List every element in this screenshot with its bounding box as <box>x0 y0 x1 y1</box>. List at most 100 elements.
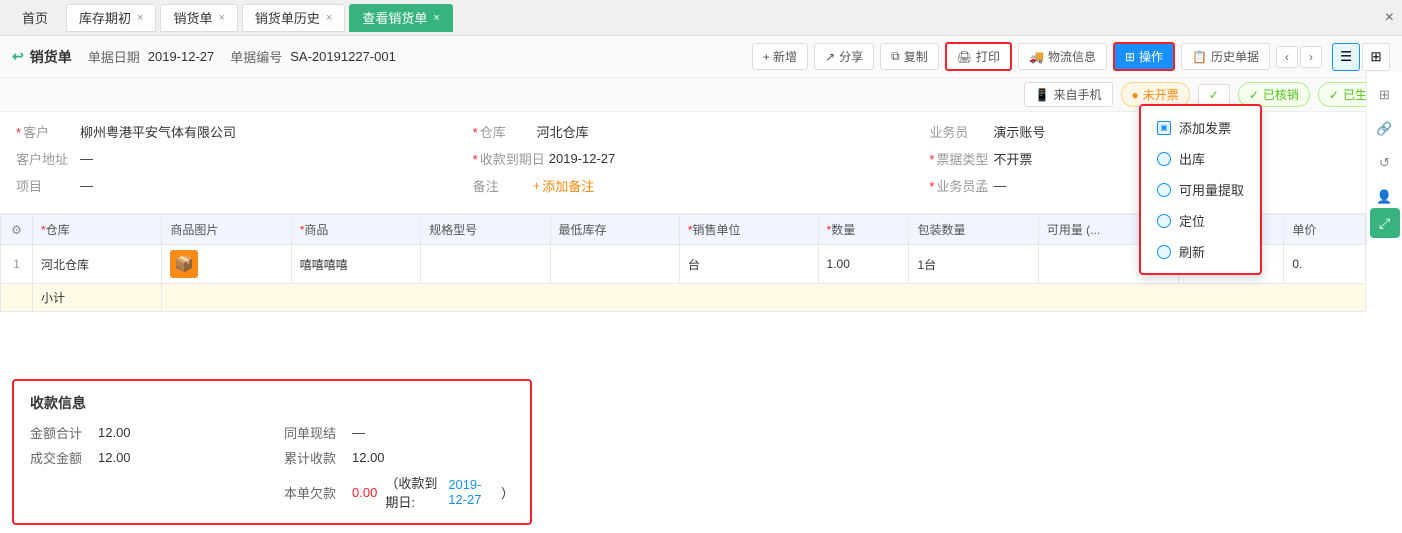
sidebar-icon-2[interactable]: 🔗 <box>1370 114 1400 144</box>
tab-home[interactable]: 首页 <box>8 4 62 32</box>
dropdown-item-available[interactable]: 可用量提取 <box>1141 174 1260 205</box>
sidebar-icon-3[interactable]: ↺ <box>1370 148 1400 178</box>
cumulative-value: 12.00 <box>352 450 385 465</box>
doc-title: ↩ 销货单 <box>12 47 72 67</box>
row-product: 嘻嘻嘻嘻 <box>291 245 420 284</box>
sidebar-icon-expand[interactable]: ⤢ <box>1370 208 1400 238</box>
dropdown-item-outbound[interactable]: 出库 <box>1141 143 1260 174</box>
tab-inventory[interactable]: 库存期初 × <box>66 4 156 32</box>
effective-check-icon: ✓ <box>1329 88 1339 102</box>
remark-add-button[interactable]: + 添加备注 <box>533 176 595 195</box>
share-button[interactable]: ↗ 分享 <box>814 43 874 70</box>
from-phone-button[interactable]: 📱 来自手机 <box>1024 82 1113 107</box>
history-button[interactable]: 📋 历史单据 <box>1181 43 1270 70</box>
row-model <box>421 245 550 284</box>
doc-title-icon: ↩ <box>12 48 24 65</box>
home-label: 首页 <box>22 8 48 27</box>
tab-sales-close[interactable]: × <box>218 12 224 24</box>
refresh-label: 刷新 <box>1179 242 1205 261</box>
phone-icon: 📱 <box>1035 88 1050 102</box>
due-note: （收款到期日: <box>385 473 440 511</box>
th-product: *商品 <box>291 215 420 245</box>
address-field: 客户地址 — <box>16 149 473 168</box>
warehouse-value: 河北仓库 <box>537 122 589 141</box>
copy-icon: ⧉ <box>891 49 900 64</box>
deal-value: 12.00 <box>98 450 131 465</box>
invoice-label: 添加发票 <box>1179 118 1231 137</box>
view-grid-button[interactable]: ⊞ <box>1362 43 1390 71</box>
tab-sales-history[interactable]: 销货单历史 × <box>242 4 345 32</box>
due-end: ） <box>501 483 514 502</box>
tab-view-sales-label: 查看销货单 <box>362 8 427 27</box>
product-img-icon: 📦 <box>174 254 194 274</box>
customer-value: 柳州粤港平安气体有限公司 <box>80 122 236 141</box>
project-label: 项目 <box>16 176 76 195</box>
th-settings[interactable]: ⚙ <box>1 215 33 245</box>
expand-icon: ⤢ <box>1379 215 1390 232</box>
tab-sales[interactable]: 销货单 × <box>160 4 237 32</box>
check-icon: ✓ <box>1209 88 1219 102</box>
cumulative-label: 累计收款 <box>284 448 344 467</box>
history-icon: 📋 <box>1192 50 1207 64</box>
outbound-icon <box>1157 152 1171 166</box>
dropdown-item-refresh[interactable]: 刷新 <box>1141 236 1260 267</box>
remark-label: 备注 <box>473 176 533 195</box>
prev-arrow[interactable]: ‹ <box>1276 46 1298 68</box>
project-value: — <box>80 178 93 193</box>
payment-due: 本单欠款 0.00 （收款到期日: 2019-12-27 ） <box>284 473 514 511</box>
tab-view-sales[interactable]: 查看销货单 × <box>349 4 452 32</box>
nav-arrows: ‹ › <box>1276 46 1322 68</box>
payment-box: 收款信息 金额合计 12.00 同单现结 — 成交金额 12.00 <box>12 379 532 525</box>
available-label: 可用量提取 <box>1179 180 1244 199</box>
payment-cumulative: 累计收款 12.00 <box>284 448 514 467</box>
doc-date-label: 单据日期 2019-12-27 <box>88 47 215 66</box>
next-arrow[interactable]: › <box>1300 46 1322 68</box>
print-icon: 🖨 <box>957 50 972 64</box>
dropdown-item-locate[interactable]: 定位 <box>1141 205 1260 236</box>
subtotal-row: 小计 <box>1 284 1366 312</box>
available-icon <box>1157 183 1171 197</box>
th-quantity: *数量 <box>818 215 909 245</box>
refresh-icon <box>1157 245 1171 259</box>
due-value: 0.00 <box>352 485 377 500</box>
copy-button[interactable]: ⧉ 复制 <box>880 43 939 70</box>
doc-actions: + 新增 ↗ 分享 ⧉ 复制 🖨 打印 🚚 物流信息 <box>752 42 1390 71</box>
sidebar-icon-1[interactable]: ⊞ <box>1370 80 1400 110</box>
customer-field: 客户 柳州粤港平安气体有限公司 <box>16 122 473 141</box>
doc-title-text: 销货单 <box>30 47 72 67</box>
new-button[interactable]: + 新增 <box>752 43 808 70</box>
doc-meta: 单据日期 2019-12-27 单据编号 SA-20191227-001 <box>88 47 396 66</box>
row-min-stock <box>550 245 679 284</box>
invoice-icon: ▣ <box>1157 121 1171 135</box>
th-price: 单价 <box>1284 215 1366 245</box>
right-sidebar: ⊞ 🔗 ↺ 👤 ⊟ ⤢ <box>1366 72 1402 246</box>
view-list-button[interactable]: ☰ <box>1332 43 1360 71</box>
dropdown-menu: ▣ 添加发票 出库 可用量提取 定位 刷新 <box>1139 104 1262 275</box>
project-field: 项目 — <box>16 176 473 195</box>
tab-view-sales-close[interactable]: × <box>433 12 439 24</box>
tab-sales-history-close[interactable]: × <box>326 12 332 24</box>
subtotal-data <box>162 284 1366 312</box>
check-button[interactable]: ✓ <box>1198 84 1230 106</box>
logistics-icon: 🚚 <box>1029 50 1044 64</box>
tab-bar-close-icon[interactable]: × <box>1385 9 1394 27</box>
print-button[interactable]: 🖨 打印 <box>945 42 1012 71</box>
logistics-button[interactable]: 🚚 物流信息 <box>1018 43 1107 70</box>
due-date-value: 2019-12-27 <box>549 151 616 166</box>
dropdown-item-invoice[interactable]: ▣ 添加发票 <box>1141 112 1260 143</box>
staff-value: 演示账号 <box>993 122 1045 141</box>
same-order-value: — <box>352 425 365 440</box>
dot-icon: ● <box>1132 88 1139 102</box>
th-pack-qty: 包装数量 <box>909 215 1038 245</box>
tab-inventory-close[interactable]: × <box>137 12 143 24</box>
plus-icon: + <box>533 178 541 193</box>
th-warehouse: *仓库 <box>33 215 162 245</box>
warehouse-label: 仓库 <box>473 122 533 141</box>
doc-header: ↩ 销货单 单据日期 2019-12-27 单据编号 SA-20191227-0… <box>0 36 1402 78</box>
customer-label: 客户 <box>16 122 76 141</box>
operate-button[interactable]: ⊞ 操作 <box>1113 42 1175 71</box>
row-unit: 台 <box>679 245 818 284</box>
same-order-label: 同单现结 <box>284 423 344 442</box>
remark-field: 备注 + 添加备注 <box>473 176 930 195</box>
tab-sales-history-label: 销货单历史 <box>255 8 320 27</box>
